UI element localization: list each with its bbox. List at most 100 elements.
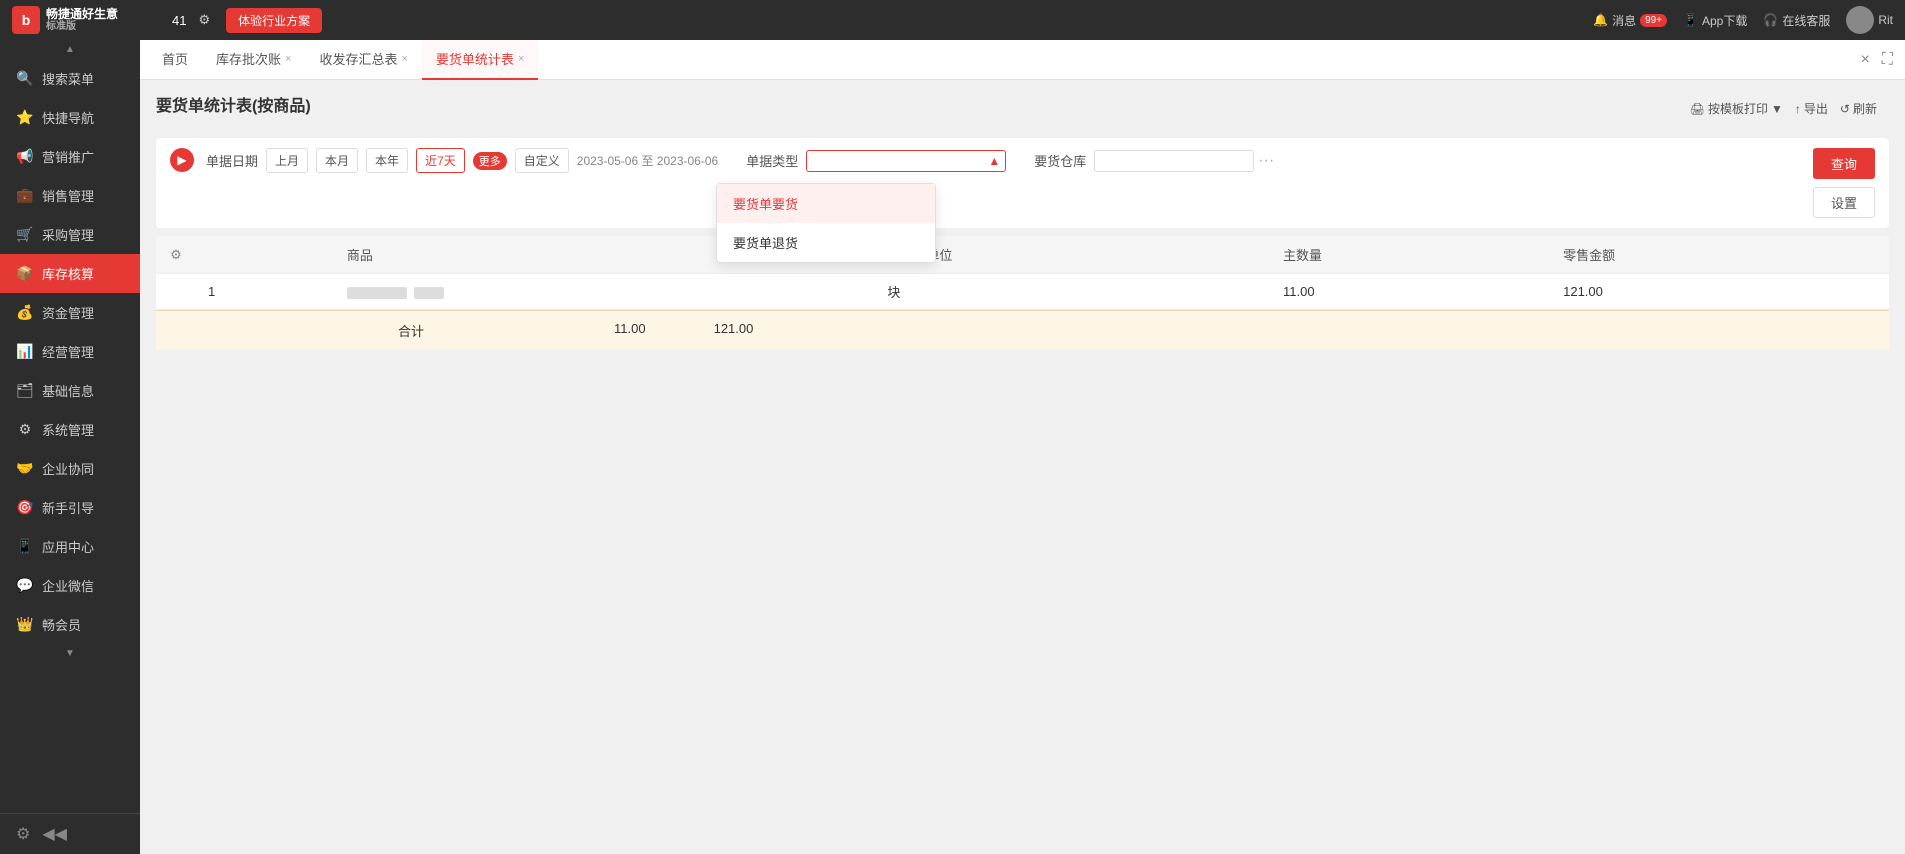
type-dropdown-menu: 要货单要货 要货单退货 bbox=[716, 183, 936, 263]
store-num-label: 41 bbox=[172, 13, 186, 28]
date-this-month-button[interactable]: 本月 bbox=[316, 148, 358, 173]
date-last-month-button[interactable]: 上月 bbox=[266, 148, 308, 173]
chart-icon: 📊 bbox=[16, 343, 34, 361]
megaphone-icon: 📢 bbox=[16, 148, 34, 166]
sidebar-bottom: ⚙ ◀◀ bbox=[0, 813, 140, 854]
notifications-item[interactable]: 🔔 消息 99+ bbox=[1593, 12, 1667, 29]
date-more-badge[interactable]: 更多 bbox=[473, 152, 507, 170]
tabs-bar: 首页 库存批次账 × 收发存汇总表 × 要货单统计表 × × ⛶ bbox=[140, 40, 1905, 80]
sidebar-item-finance-label: 资金管理 bbox=[42, 303, 94, 322]
crown-icon: 👑 bbox=[16, 616, 34, 634]
sidebar-item-cooperation[interactable]: 🤝 企业协同 bbox=[0, 449, 140, 488]
tab-receive-summary-close[interactable]: × bbox=[401, 53, 407, 65]
briefcase-icon: 💼 bbox=[16, 187, 34, 205]
filter-group: 单据日期 上月 本月 本年 近7天 更多 自定义 2023-05-06 至 20… bbox=[206, 148, 1801, 173]
export-label: 导出 bbox=[1804, 100, 1828, 117]
target-icon: 🎯 bbox=[16, 499, 34, 517]
dropdown-item-return[interactable]: 要货单退货 bbox=[717, 223, 935, 262]
tab-order-stats[interactable]: 要货单统计表 × bbox=[422, 40, 538, 80]
system-icon: ⚙ bbox=[16, 421, 34, 439]
export-icon: ↑ bbox=[1795, 102, 1801, 116]
query-button[interactable]: 查询 bbox=[1813, 148, 1875, 179]
tab-batch-account-label: 库存批次账 bbox=[216, 49, 281, 68]
app-download-item[interactable]: 📱 App下载 bbox=[1683, 12, 1747, 29]
search-icon: 🔍 bbox=[16, 70, 34, 88]
brand-sub: 标准版 bbox=[46, 21, 118, 33]
sidebar-item-sales[interactable]: 💼 销售管理 bbox=[0, 176, 140, 215]
handshake-icon: 🤝 bbox=[16, 460, 34, 478]
sidebar-scroll-down[interactable]: ▼ bbox=[0, 644, 140, 663]
sidebar-item-search[interactable]: 🔍 搜索菜单 bbox=[0, 59, 140, 98]
topbar-right: 🔔 消息 99+ 📱 App下载 🎧 在线客服 Rit bbox=[1593, 6, 1893, 34]
sidebar-collapse-icon[interactable]: ◀◀ bbox=[42, 824, 67, 844]
tab-batch-account[interactable]: 库存批次账 × bbox=[202, 40, 305, 80]
print-button[interactable]: 🖨 按模板打印 ▼ bbox=[1690, 100, 1783, 117]
app-download-label: App下载 bbox=[1702, 12, 1747, 29]
sidebar-item-wechat-label: 企业微信 bbox=[42, 576, 94, 595]
chat-icon: 💬 bbox=[16, 577, 34, 595]
type-dropdown-arrow-icon[interactable]: ▲ bbox=[988, 154, 1000, 168]
tab-order-stats-close[interactable]: × bbox=[518, 53, 524, 65]
row-no-cell: 1 bbox=[196, 274, 335, 310]
user-avatar-item[interactable]: Rit bbox=[1846, 6, 1893, 34]
tab-batch-account-close[interactable]: × bbox=[285, 53, 291, 65]
warehouse-filter-wrap: ··· bbox=[1094, 150, 1274, 172]
sidebar-item-basic-info[interactable]: 🗂 基础信息 bbox=[0, 371, 140, 410]
tab-home[interactable]: 首页 bbox=[148, 40, 202, 80]
export-button[interactable]: ↑ 导出 bbox=[1795, 100, 1828, 117]
type-filter-input[interactable] bbox=[806, 150, 1006, 172]
sidebar-item-system[interactable]: ⚙ 系统管理 bbox=[0, 410, 140, 449]
table-header-row: ⚙ 商品 主计量单位 主数量 零售金额 bbox=[156, 236, 1889, 274]
phone-icon: 📱 bbox=[16, 538, 34, 556]
sidebar-item-system-label: 系统管理 bbox=[42, 420, 94, 439]
print-icon: 🖨 bbox=[1690, 102, 1705, 116]
page-content: 要货单统计表(按商品) 🖨 按模板打印 ▼ ↑ 导出 ↺ 刷新 bbox=[140, 80, 1905, 854]
col-settings-header: ⚙ bbox=[156, 236, 196, 274]
col-amount-header: 零售金额 bbox=[1551, 236, 1889, 274]
sidebar-item-quick-nav-label: 快捷导航 bbox=[42, 108, 94, 127]
sidebar-scroll-up[interactable]: ▲ bbox=[0, 40, 140, 59]
bell-icon: 🔔 bbox=[1593, 13, 1608, 27]
total-label: 合计 bbox=[398, 321, 424, 340]
tabs-bar-right: × ⛶ bbox=[1856, 49, 1897, 71]
mobile-icon: 📱 bbox=[1683, 13, 1698, 27]
tabs-expand-button[interactable]: ⛶ bbox=[1878, 49, 1897, 71]
row-quantity-cell: 11.00 bbox=[1271, 274, 1551, 310]
table-settings-icon[interactable]: ⚙ bbox=[170, 247, 182, 263]
date-custom-button[interactable]: 自定义 bbox=[515, 148, 569, 173]
sidebar-item-guide[interactable]: 🎯 新手引导 bbox=[0, 488, 140, 527]
topbar: b 畅捷通好生意 标准版 41 ⚙ 体验行业方案 🔔 消息 99+ 📱 App下… bbox=[0, 0, 1905, 40]
topbar-gear-icon[interactable]: ⚙ bbox=[198, 12, 210, 28]
date-7days-button[interactable]: 近7天 bbox=[416, 148, 465, 173]
sidebar-settings-icon[interactable]: ⚙ bbox=[16, 824, 30, 844]
tabs-close-all-button[interactable]: × bbox=[1856, 49, 1873, 71]
date-this-year-button[interactable]: 本年 bbox=[366, 148, 408, 173]
online-service-item[interactable]: 🎧 在线客服 bbox=[1763, 12, 1830, 29]
sidebar-item-wechat[interactable]: 💬 企业微信 bbox=[0, 566, 140, 605]
user-avatar bbox=[1846, 6, 1874, 34]
tab-receive-summary[interactable]: 收发存汇总表 × bbox=[305, 40, 421, 80]
sidebar-item-purchase[interactable]: 🛒 采购管理 bbox=[0, 215, 140, 254]
trial-button[interactable]: 体验行业方案 bbox=[226, 8, 322, 33]
sidebar-item-operations[interactable]: 📊 经营管理 bbox=[0, 332, 140, 371]
settings-button[interactable]: 设置 bbox=[1813, 187, 1875, 218]
row-settings-cell bbox=[156, 274, 196, 310]
sidebar-item-app-center[interactable]: 📱 应用中心 bbox=[0, 527, 140, 566]
row-unit-cell: 块 bbox=[875, 274, 1271, 310]
sidebar-item-member[interactable]: 👑 畅会员 bbox=[0, 605, 140, 644]
expand-filter-button[interactable]: ▶ bbox=[170, 148, 194, 172]
sidebar-item-operations-label: 经营管理 bbox=[42, 342, 94, 361]
warehouse-more-icon[interactable]: ··· bbox=[1258, 153, 1274, 169]
sidebar-item-inventory[interactable]: 📦 库存核算 bbox=[0, 254, 140, 293]
sidebar-item-marketing[interactable]: 📢 营销推广 bbox=[0, 137, 140, 176]
refresh-button[interactable]: ↺ 刷新 bbox=[1840, 100, 1877, 117]
sidebar-item-search-label: 搜索菜单 bbox=[42, 69, 94, 88]
sidebar-item-quick-nav[interactable]: ⭐ 快捷导航 bbox=[0, 98, 140, 137]
sidebar-item-finance[interactable]: 💰 资金管理 bbox=[0, 293, 140, 332]
warehouse-filter-input[interactable] bbox=[1094, 150, 1254, 172]
user-name: Rit bbox=[1878, 13, 1893, 27]
folder-icon: 🗂 bbox=[16, 382, 34, 400]
dropdown-item-order[interactable]: 要货单要货 bbox=[717, 184, 935, 223]
notifications-label: 消息 bbox=[1612, 12, 1636, 29]
main-layout: ▲ 🔍 搜索菜单 ⭐ 快捷导航 📢 营销推广 💼 销售管理 🛒 采购管理 📦 库… bbox=[0, 40, 1905, 854]
